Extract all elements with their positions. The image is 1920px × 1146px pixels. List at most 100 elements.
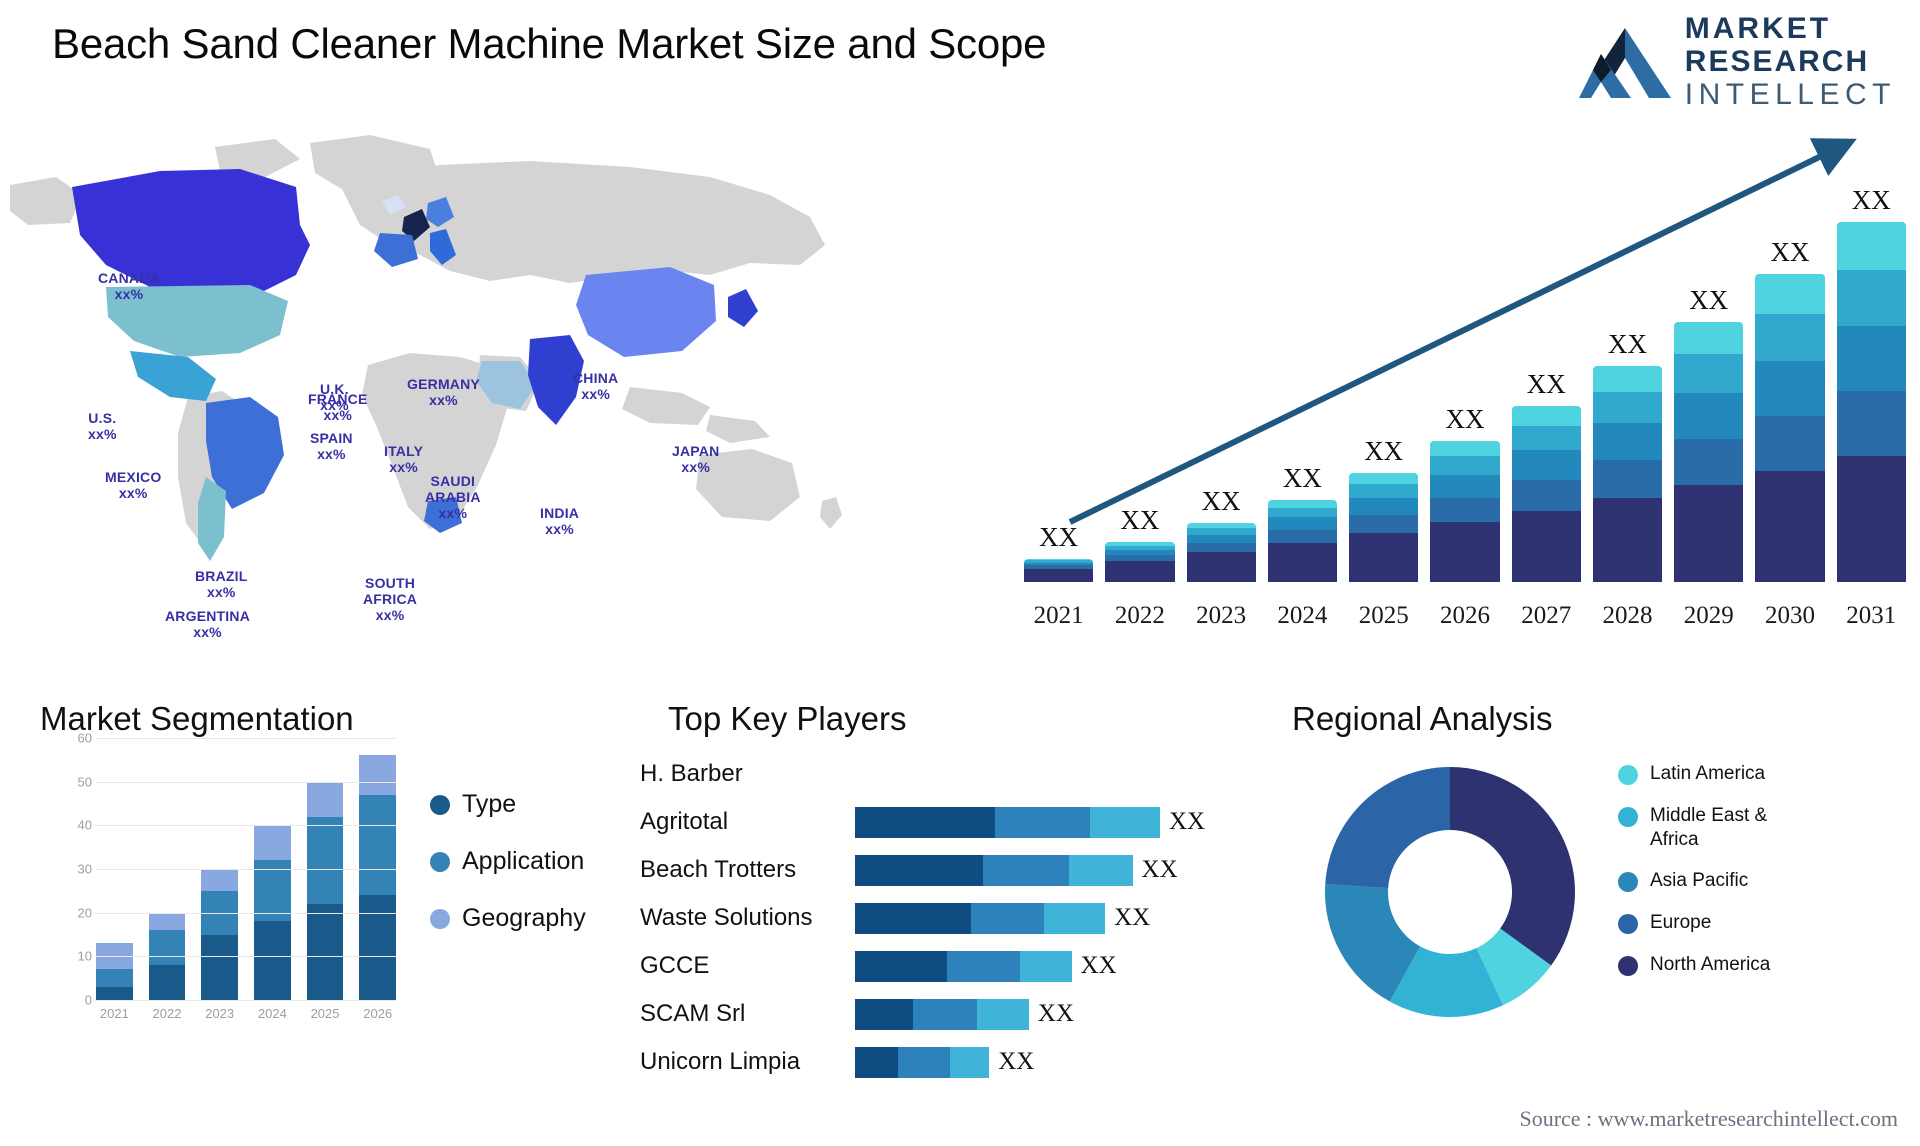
map-label: BRAZIL xx% [195, 568, 248, 601]
key-player-row: Waste Solutions XX [640, 894, 1300, 942]
forecast-bar [1674, 322, 1744, 582]
map-label: CHINA xx% [573, 370, 619, 403]
brand-logo: MARKET RESEARCH INTELLECT [1578, 14, 1896, 110]
segmentation-column [96, 943, 133, 1000]
forecast-bar-segment [1349, 514, 1419, 534]
forecast-value-label: XX [1364, 435, 1404, 466]
key-player-bar-track: XX [855, 854, 1300, 886]
forecast-column: XX [1674, 285, 1744, 582]
forecast-bar-segment [1349, 497, 1419, 515]
segmentation-gridline [96, 869, 396, 870]
key-player-bar-track: XX [855, 998, 1300, 1030]
forecast-bar-segment [1592, 366, 1663, 392]
map-label: FRANCE xx% [308, 391, 368, 424]
forecast-bar-segment [1430, 498, 1500, 523]
forecast-year-label: 2028 [1602, 602, 1653, 629]
forecast-value-label: XX [1201, 486, 1241, 517]
regional-analysis-section: Regional Analysis Latin America Middle Ea… [1292, 700, 1900, 1120]
segmentation-x-label: 2024 [257, 1006, 287, 1021]
donut-svg [1325, 767, 1575, 1017]
forecast-value-label: XX [1770, 237, 1810, 268]
key-player-bar-segment [855, 950, 947, 982]
forecast-bar [1592, 366, 1663, 582]
key-player-row: Beach Trotters XX [640, 846, 1300, 894]
key-player-bar [855, 902, 1106, 934]
key-player-row: SCAM Srl XX [640, 990, 1300, 1038]
key-player-bar [855, 854, 1133, 886]
forecast-bar-segment [1836, 390, 1906, 457]
forecast-bar-segment [1592, 423, 1663, 461]
segmentation-gridline [96, 956, 396, 958]
segmentation-bar-segment [201, 934, 239, 1000]
forecast-column: XX [1105, 505, 1175, 582]
segmentation-column [201, 869, 239, 1000]
forecast-bar-segment [1836, 326, 1906, 391]
map-label: ITALY xx% [384, 443, 424, 476]
forecast-value-label: XX [1282, 463, 1322, 494]
forecast-bar-segment [1511, 425, 1581, 451]
forecast-bar-segment [1592, 498, 1663, 582]
forecast-bar-segment [1186, 552, 1256, 582]
key-player-bar-segment [1044, 902, 1106, 934]
forecast-bar-segment [1755, 274, 1825, 314]
forecast-bar-segment [1755, 313, 1825, 362]
segmentation-y-tick: 30 [77, 861, 92, 877]
segmentation-x-label: 2022 [152, 1006, 182, 1021]
key-player-bar [855, 998, 1029, 1030]
key-player-row: Agritotal XX [640, 798, 1300, 846]
key-player-value-label: XX [998, 1048, 1035, 1075]
key-player-name: Waste Solutions [640, 904, 813, 931]
forecast-bar-segment [1674, 393, 1744, 439]
regional-donut-chart [1320, 762, 1580, 1022]
key-player-value-label: XX [1037, 1000, 1074, 1027]
segmentation-bar-segment [359, 895, 397, 1000]
forecast-bar-segment [1349, 533, 1419, 582]
key-player-name: Unicorn Limpia [640, 1048, 801, 1075]
legend-color-dot [1618, 914, 1638, 934]
key-player-bar-segment [1068, 854, 1133, 886]
key-players-title: Top Key Players [668, 700, 907, 737]
forecast-column: XX [1430, 404, 1500, 582]
segmentation-y-tick: 40 [77, 817, 92, 833]
forecast-bar [1755, 274, 1825, 582]
segmentation-bar-segment [306, 781, 344, 817]
map-label: JAPAN xx% [672, 443, 720, 476]
logo-mountain-icon [1578, 28, 1671, 98]
forecast-year-label: 2031 [1846, 602, 1897, 629]
infographic-page: Beach Sand Cleaner Machine Market Size a… [0, 0, 1920, 1146]
forecast-year-label: 2027 [1521, 602, 1572, 629]
segmentation-bar-segment [254, 921, 291, 1000]
forecast-year-label: 2024 [1277, 602, 1328, 629]
forecast-bar-segment [1267, 507, 1338, 518]
key-player-name: SCAM Srl [640, 1000, 746, 1027]
map-label: SAUDI ARABIA xx% [425, 473, 481, 522]
legend-label: Geography [462, 904, 586, 932]
key-player-row: H. Barber [640, 750, 1300, 798]
regional-legend-item: Europe [1618, 911, 1800, 935]
forecast-column: XX [1186, 486, 1256, 582]
legend-label: Type [462, 790, 517, 818]
segmentation-bar-segment [96, 986, 133, 1000]
regional-legend-item: Asia Pacific [1618, 869, 1800, 893]
legend-color-dot [1618, 806, 1638, 827]
forecast-bar-segment [1755, 361, 1825, 416]
forecast-year-axis: 2021 2022 2023 2024 2025 2026 2027 2028 2029 2030… [1020, 602, 1910, 630]
forecast-year-label: 2023 [1196, 602, 1247, 629]
forecast-year-label: 2026 [1439, 602, 1490, 629]
key-player-value-label: XX [1080, 952, 1117, 979]
forecast-bar-segment [1755, 415, 1825, 472]
forecast-bar-segment [1674, 354, 1744, 394]
segmentation-x-label: 2026 [363, 1006, 393, 1021]
market-segmentation-section: Market Segmentation 2021 2022 2023 2024 2025… [40, 700, 620, 1100]
legend-label: North America [1650, 953, 1771, 975]
forecast-bar-chart: XX XX XX XX XX XX XX XX XX XX XX 2021 2022 2023 2024 2… [1020, 130, 1910, 640]
forecast-bar-segment [1836, 456, 1906, 582]
forecast-bar-segment [1674, 438, 1744, 486]
forecast-column: XX [1511, 368, 1581, 582]
forecast-bar-segment [1349, 472, 1419, 484]
key-player-bar-segment [855, 854, 984, 886]
segmentation-gridline [96, 912, 396, 914]
forecast-bar-segment [1186, 543, 1256, 553]
legend-label: Middle East & Africa [1650, 804, 1768, 850]
forecast-value-label: XX [1526, 368, 1566, 399]
